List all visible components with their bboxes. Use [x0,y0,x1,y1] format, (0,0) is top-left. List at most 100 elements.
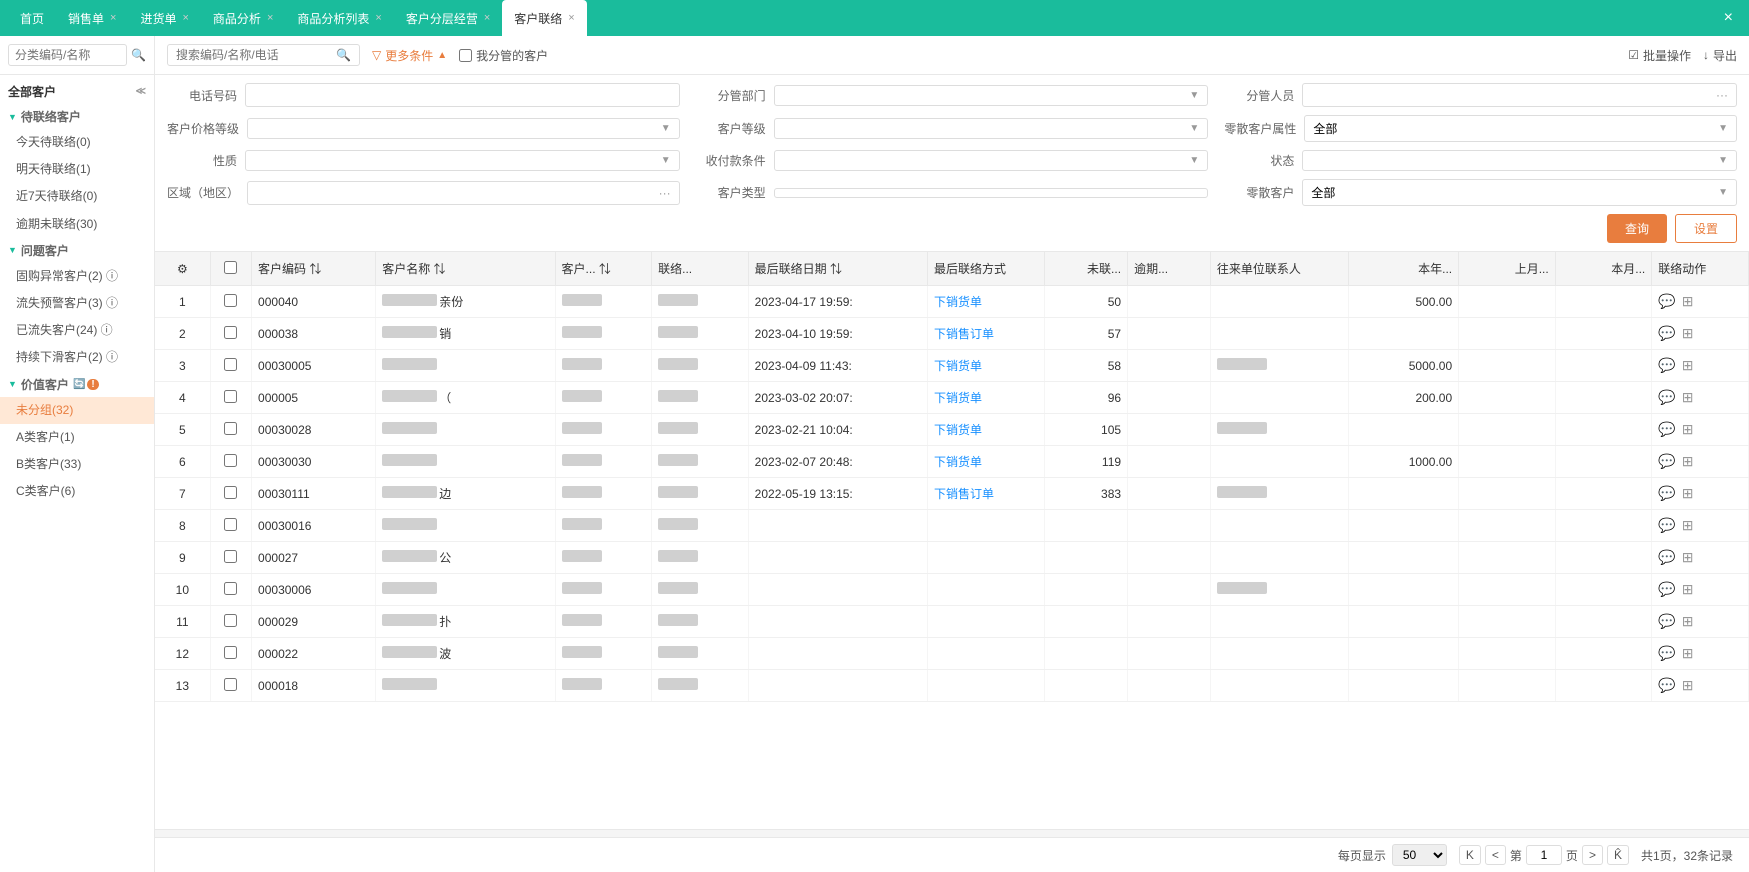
tab-purchase[interactable]: 进货单 × [128,0,200,36]
sidebar-item-class-c[interactable]: C类客户(6) [0,478,154,505]
message-icon[interactable]: 💬 [1658,293,1675,310]
price-grade-select[interactable]: ▼ [247,118,680,139]
my-customers-checkbox-container[interactable]: 我分管的客户 [459,47,548,64]
grid-icon[interactable]: ⊞ [1682,453,1694,470]
close-product-analysis-icon[interactable]: × [267,12,273,24]
first-page-btn[interactable]: K [1459,845,1481,865]
contact-method-link[interactable]: 下销售订单 [934,487,994,501]
message-icon[interactable]: 💬 [1658,549,1675,566]
row-checkbox[interactable] [210,446,251,478]
col-header-checkbox[interactable] [210,252,251,286]
row-checkbox[interactable] [210,542,251,574]
sidebar-search-input[interactable] [8,44,127,66]
sidebar-item-7days[interactable]: 近7天待联络(0) [0,183,154,210]
col-header-settings[interactable]: ⚙ [155,252,210,286]
dept-select[interactable]: ▼ [774,85,1209,106]
row-checkbox[interactable] [210,414,251,446]
payment-select[interactable]: ▼ [774,150,1209,171]
export-btn[interactable]: ↓ 导出 [1703,47,1737,64]
sidebar-item-class-b[interactable]: B类客户(33) [0,451,154,478]
message-icon[interactable]: 💬 [1658,581,1675,598]
customer-search-box[interactable]: 🔍 [167,44,360,66]
contact-method-link[interactable]: 下销货单 [934,391,982,405]
prev-page-btn[interactable]: < [1485,845,1506,865]
sidebar-search-icon[interactable]: 🔍 [131,48,146,62]
grid-icon[interactable]: ⊞ [1682,677,1694,694]
retail-customer-select[interactable]: 全部 ▼ [1302,179,1737,206]
grid-icon[interactable]: ⊞ [1682,357,1694,374]
customer-grade-select[interactable]: ▼ [774,118,1209,139]
close-purchase-icon[interactable]: × [182,12,188,24]
grid-icon[interactable]: ⊞ [1682,421,1694,438]
query-button[interactable]: 查询 [1607,214,1667,243]
batch-operation-btn[interactable]: ☑ 批量操作 [1628,47,1691,64]
message-icon[interactable]: 💬 [1658,613,1675,630]
close-customer-segment-icon[interactable]: × [484,12,490,24]
message-icon[interactable]: 💬 [1658,357,1675,374]
contact-method-link[interactable]: 下销货单 [934,423,982,437]
status-select[interactable]: ▼ [1302,150,1737,171]
message-icon[interactable]: 💬 [1658,453,1675,470]
my-customers-checkbox[interactable] [459,49,472,62]
tab-customer-segment[interactable]: 客户分层经营 × [394,0,502,36]
message-icon[interactable]: 💬 [1658,325,1675,342]
sidebar-item-today[interactable]: 今天待联络(0) [0,129,154,156]
retail-attr-select[interactable]: 全部 ▼ [1304,115,1737,142]
message-icon[interactable]: 💬 [1658,517,1675,534]
grid-icon[interactable]: ⊞ [1682,325,1694,342]
gender-select[interactable]: ▼ [245,150,680,171]
grid-icon[interactable]: ⊞ [1682,645,1694,662]
customer-search-icon[interactable]: 🔍 [336,48,351,62]
tab-product-analysis[interactable]: 商品分析 × [201,0,285,36]
row-checkbox[interactable] [210,606,251,638]
page-input[interactable] [1526,845,1562,865]
tab-home[interactable]: 首页 [8,0,56,36]
close-product-analysis-list-icon[interactable]: × [375,12,381,24]
reset-button[interactable]: 设置 [1675,214,1737,243]
grid-icon[interactable]: ⊞ [1682,549,1694,566]
sidebar-item-abnormal[interactable]: 固购异常客户(2) ⓘ [0,263,154,290]
message-icon[interactable]: 💬 [1658,645,1675,662]
next-page-btn[interactable]: > [1582,845,1603,865]
grid-icon[interactable]: ⊞ [1682,613,1694,630]
last-page-btn[interactable]: K̂ [1607,845,1629,865]
grid-icon[interactable]: ⊞ [1682,293,1694,310]
tab-product-analysis-list[interactable]: 商品分析列表 × [285,0,393,36]
sidebar-item-unclassified[interactable]: 未分组(32) [0,397,154,424]
sidebar-item-churned[interactable]: 已流失客户(24) ⓘ [0,317,154,344]
contact-method-link[interactable]: 下销售订单 [934,327,994,341]
grid-icon[interactable]: ⊞ [1682,517,1694,534]
contact-method-link[interactable]: 下销货单 [934,359,982,373]
tab-sales[interactable]: 销售单 × [56,0,128,36]
sidebar-item-tomorrow[interactable]: 明天待联络(1) [0,156,154,183]
phone-input[interactable] [245,83,680,107]
close-customer-contact-icon[interactable]: × [568,12,574,24]
sidebar-item-overdue[interactable]: 逾期未联络(30) [0,211,154,238]
row-checkbox[interactable] [210,478,251,510]
all-customers-header[interactable]: 全部客户 ≪ [0,75,154,104]
row-checkbox[interactable] [210,510,251,542]
message-icon[interactable]: 💬 [1658,421,1675,438]
close-all-tabs-icon[interactable]: × [1716,9,1741,27]
sidebar-item-declining[interactable]: 持续下滑客户(2) ⓘ [0,344,154,371]
row-checkbox[interactable] [210,574,251,606]
grid-icon[interactable]: ⊞ [1682,485,1694,502]
message-icon[interactable]: 💬 [1658,389,1675,406]
customer-search-input[interactable] [176,48,336,62]
page-size-select[interactable]: 50 100 200 [1392,844,1447,866]
close-sales-icon[interactable]: × [110,12,116,24]
row-checkbox[interactable] [210,318,251,350]
sidebar-item-churn-warning[interactable]: 流失预警客户(3) ⓘ [0,290,154,317]
row-checkbox[interactable] [210,382,251,414]
select-all-checkbox[interactable] [224,261,237,274]
more-conditions-btn[interactable]: ▽ 更多条件 ▲ [372,47,447,64]
row-checkbox[interactable] [210,638,251,670]
row-checkbox[interactable] [210,350,251,382]
message-icon[interactable]: 💬 [1658,485,1675,502]
grid-icon[interactable]: ⊞ [1682,389,1694,406]
row-checkbox[interactable] [210,286,251,318]
area-select[interactable]: ··· [247,181,680,205]
sidebar-item-class-a[interactable]: A类客户(1) [0,424,154,451]
grid-icon[interactable]: ⊞ [1682,581,1694,598]
contact-method-link[interactable]: 下销货单 [934,455,982,469]
